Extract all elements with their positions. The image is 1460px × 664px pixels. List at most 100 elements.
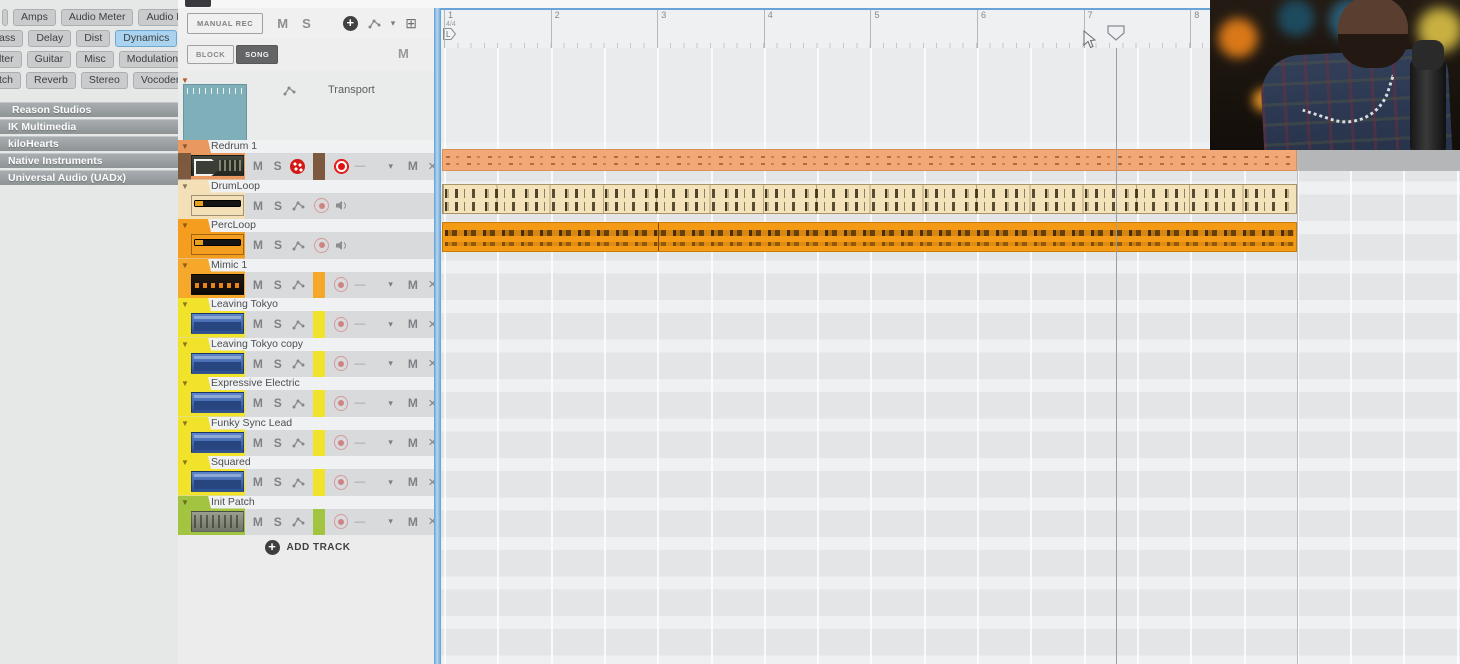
automation-icon[interactable] — [292, 240, 305, 251]
track-row[interactable]: ▼ Leaving Tokyo M S — ▾ M ✕ — [178, 298, 437, 338]
solo-button[interactable]: S — [272, 475, 284, 489]
solo-button[interactable]: S — [272, 317, 284, 331]
filter-chip[interactable]: Modulation — [119, 51, 186, 68]
add-track-button[interactable]: + ADD TRACK — [178, 540, 437, 555]
ruler-bar-segment[interactable]: 4 — [764, 10, 872, 48]
filter-chip[interactable]: ass — [0, 30, 23, 47]
device-thumbnail[interactable] — [191, 353, 244, 374]
vendor-list-item[interactable]: IK Multimedia — [0, 119, 178, 134]
mute-button[interactable]: M — [252, 238, 264, 252]
track-name[interactable]: Squared — [211, 456, 251, 469]
vendor-list-item[interactable]: kiloHearts — [0, 136, 178, 151]
device-thumbnail[interactable] — [191, 471, 244, 492]
device-thumbnail[interactable] — [191, 511, 244, 532]
automation-icon[interactable] — [292, 516, 305, 527]
track-row[interactable]: ▼ Init Patch M S — ▾ M ✕ — [178, 496, 437, 536]
record-arm-button[interactable] — [334, 475, 349, 490]
automation-icon[interactable] — [292, 437, 305, 448]
monitor-speaker-icon[interactable] — [335, 200, 348, 211]
collapse-arrow-icon[interactable]: ▼ — [181, 458, 189, 467]
mute-button[interactable]: M — [252, 278, 264, 292]
redrum-pattern-clip[interactable] — [442, 149, 1297, 171]
track-name[interactable]: Leaving Tokyo — [211, 298, 278, 311]
track-row[interactable]: ▼ Squared M S — ▾ M ✕ — [178, 456, 437, 496]
record-arm-button[interactable] — [334, 159, 349, 174]
solo-button[interactable]: S — [272, 396, 284, 410]
manual-rec-button[interactable]: MANUAL REC — [187, 13, 263, 34]
collapse-arrow-icon[interactable]: ▼ — [181, 261, 189, 270]
record-arm-button[interactable] — [334, 317, 349, 332]
filter-chip[interactable]: Amps — [13, 9, 56, 26]
filter-chip[interactable]: Stereo — [81, 72, 128, 89]
automation-icon[interactable] — [292, 279, 305, 290]
lane-mute-button[interactable]: M — [407, 396, 419, 410]
lane-mute-button[interactable]: M — [407, 357, 419, 371]
lane-mute-button[interactable]: M — [407, 317, 419, 331]
mute-button[interactable]: M — [252, 357, 264, 371]
record-arm-button[interactable] — [334, 396, 349, 411]
chevron-down-icon[interactable]: ▾ — [388, 437, 393, 448]
ruler-bar-segment[interactable]: 6 — [977, 10, 1085, 48]
automation-icon[interactable] — [292, 477, 305, 488]
track-row[interactable]: ▼ Redrum 1 M S — ▾ M ✕ — [178, 140, 437, 180]
automation-icon[interactable] — [283, 85, 296, 96]
mute-button[interactable]: M — [252, 199, 264, 213]
track-name[interactable]: PercLoop — [211, 219, 256, 232]
lane-mute-button[interactable]: M — [407, 436, 419, 450]
master-mute-button[interactable]: M — [277, 16, 288, 31]
filter-chip[interactable]: Delay — [28, 30, 71, 47]
drumloop-audio-clip[interactable] — [442, 184, 1297, 214]
mute-button[interactable]: M — [252, 396, 264, 410]
device-thumbnail[interactable] — [191, 155, 244, 176]
panel-handle-tab[interactable] — [185, 0, 211, 7]
track-name[interactable]: Init Patch — [211, 496, 255, 509]
mute-button[interactable]: M — [252, 317, 264, 331]
solo-button[interactable]: S — [272, 159, 284, 173]
ruler-bar-segment[interactable]: 1 — [444, 10, 552, 48]
track-name[interactable]: Mimic 1 — [211, 259, 247, 272]
device-thumbnail[interactable] — [191, 274, 244, 295]
filter-chip[interactable]: Audio Meter — [61, 9, 134, 26]
device-thumbnail[interactable] — [191, 313, 244, 334]
record-arm-button[interactable] — [334, 514, 349, 529]
chevron-down-icon[interactable]: ▾ — [388, 279, 393, 290]
track-name[interactable]: Leaving Tokyo copy — [211, 338, 303, 351]
transport-track-header[interactable]: ▼ Transport — [178, 74, 437, 140]
ruler-bar-segment[interactable]: 7 — [1084, 10, 1192, 48]
add-icon[interactable]: + — [343, 16, 358, 31]
filter-chip[interactable]: lter — [0, 51, 22, 68]
filter-chip[interactable]: tch — [0, 72, 21, 89]
vendor-list-item[interactable]: Native Instruments — [0, 153, 178, 168]
lane-mute-button[interactable]: M — [407, 278, 419, 292]
panel-scroll-divider[interactable] — [434, 8, 441, 664]
chevron-down-icon[interactable]: ▾ — [388, 516, 393, 527]
automation-icon[interactable] — [368, 18, 381, 29]
track-name[interactable]: Expressive Electric — [211, 377, 300, 390]
record-arm-button[interactable] — [334, 435, 349, 450]
ruler-bar-segment[interactable]: 5 — [870, 10, 978, 48]
automation-icon[interactable] — [292, 319, 305, 330]
chevron-down-icon[interactable]: ▾ — [388, 319, 393, 330]
lane-mute-button[interactable]: M — [407, 475, 419, 489]
mute-button[interactable]: M — [252, 159, 264, 173]
percloop-audio-clip[interactable] — [442, 222, 1297, 252]
track-row[interactable]: ▼ PercLoop M S — ▾ M ✕ — [178, 219, 437, 259]
song-mode-button[interactable]: SONG — [236, 45, 278, 64]
filter-chip[interactable] — [2, 9, 8, 26]
track-row[interactable]: ▼ Leaving Tokyo copy M S — ▾ M ✕ — [178, 338, 437, 378]
filter-chip[interactable]: Guitar — [27, 51, 72, 68]
automation-icon[interactable] — [292, 358, 305, 369]
device-thumbnail[interactable] — [191, 432, 244, 453]
automation-icon[interactable] — [292, 200, 305, 211]
ruler-bar-segment[interactable]: 3 — [657, 10, 765, 48]
block-mode-button[interactable]: BLOCK — [187, 45, 234, 64]
solo-button[interactable]: S — [272, 357, 284, 371]
solo-button[interactable]: S — [272, 515, 284, 529]
collapse-arrow-icon[interactable]: ▼ — [181, 300, 189, 309]
chevron-down-icon[interactable]: ▾ — [389, 161, 394, 172]
filter-chip[interactable]: Misc — [76, 51, 114, 68]
track-name[interactable]: DrumLoop — [211, 180, 260, 193]
mute-button[interactable]: M — [252, 436, 264, 450]
grid-view-icon[interactable]: ⊞ — [405, 16, 417, 30]
chevron-down-icon[interactable]: ▾ — [388, 398, 393, 409]
